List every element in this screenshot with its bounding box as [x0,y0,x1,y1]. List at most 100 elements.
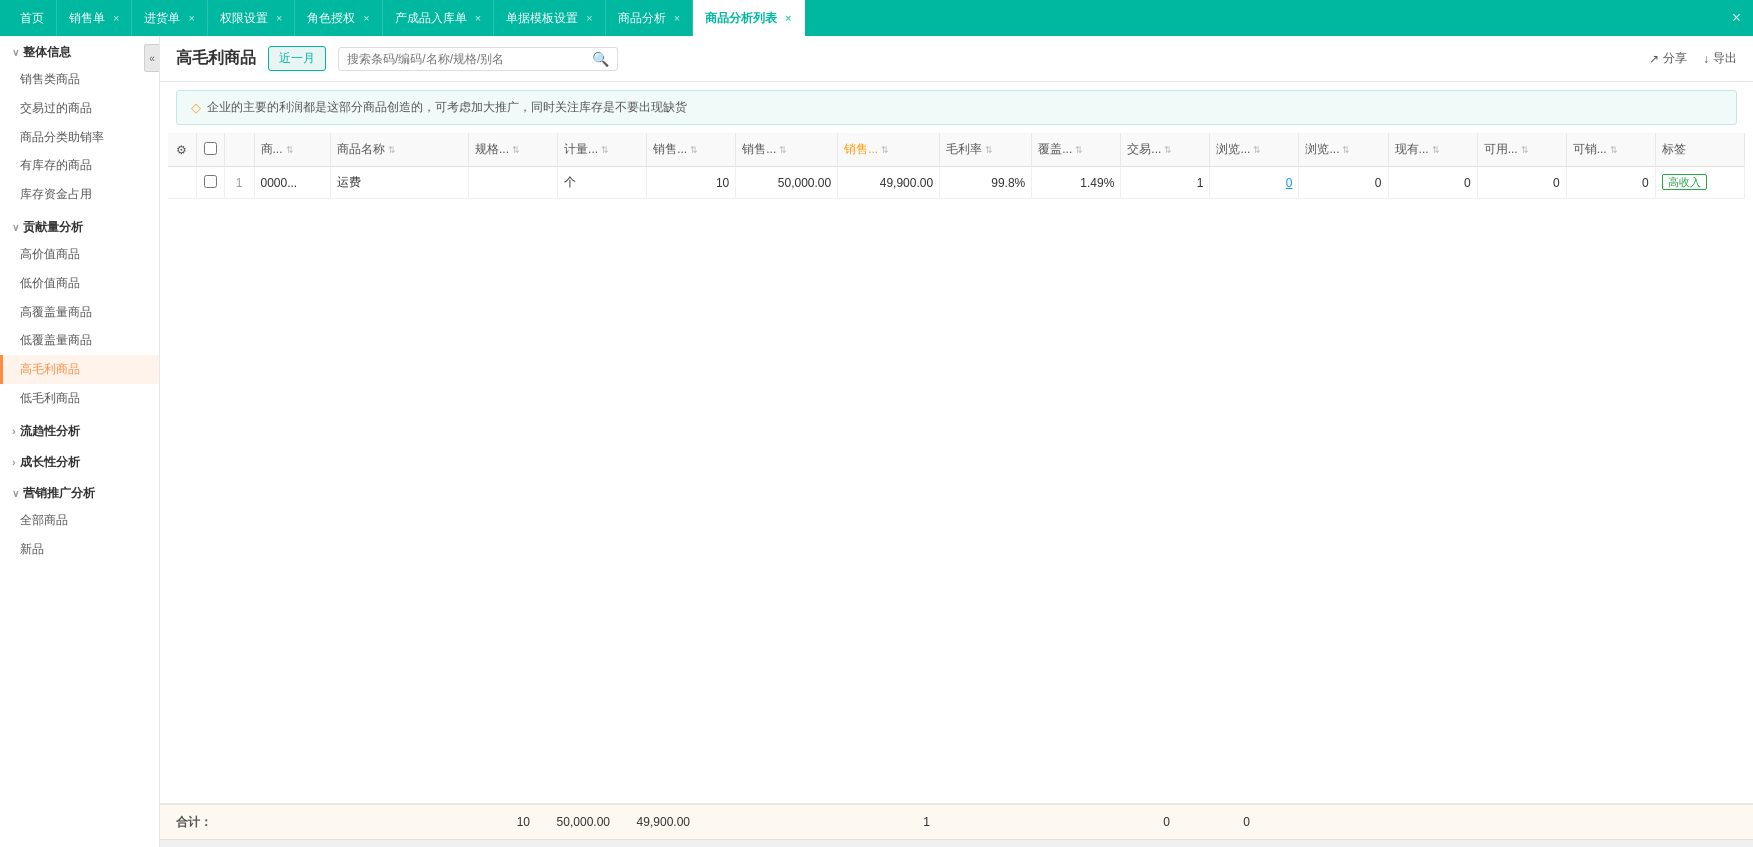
settings-icon: ⚙ [176,143,187,157]
row-index: 1 [224,167,254,199]
col-spec[interactable]: 规格... ⇅ [469,133,558,167]
col-index [224,133,254,167]
chevron-right-icon: › [12,425,16,437]
close-analysis-list-tab[interactable]: × [785,12,791,24]
nav-tab-home[interactable]: 首页 [8,0,57,36]
col-code[interactable]: 商... ⇅ [254,133,330,167]
col-current[interactable]: 现有... ⇅ [1388,133,1477,167]
nav-tab-analysis[interactable]: 商品分析 × [606,0,693,36]
col-browse2[interactable]: 浏览... ⇅ [1299,133,1388,167]
nav-tab-product-entry[interactable]: 产成品入库单 × [383,0,494,36]
row-sales-qty: 10 [647,167,736,199]
browse1-link[interactable]: 0 [1286,176,1293,190]
sort-icon-6: ⇅ [779,145,787,155]
col-available[interactable]: 可用... ⇅ [1477,133,1566,167]
sidebar-group-overall-title[interactable]: ∨ 整体信息 [0,36,159,65]
share-icon: ↗ [1649,52,1659,66]
col-gross-rate[interactable]: 毛利率 ⇅ [940,133,1032,167]
col-browse1[interactable]: 浏览... ⇅ [1210,133,1299,167]
close-purchase-tab[interactable]: × [188,12,194,24]
sort-icon-12: ⇅ [1342,145,1350,155]
horizontal-scrollbar[interactable] [160,839,1753,847]
col-trade[interactable]: 交易... ⇅ [1121,133,1210,167]
table-header-row: ⚙ 商... ⇅ [168,133,1745,167]
search-input[interactable] [347,52,586,66]
row-select-checkbox[interactable] [204,175,217,188]
tag-badge: 高收入 [1662,174,1707,190]
sidebar-group-growth-title[interactable]: › 成长性分析 [0,446,159,475]
nav-tab-permissions[interactable]: 权限设置 × [208,0,295,36]
select-all-checkbox[interactable] [204,142,217,155]
sidebar-item-sales-goods[interactable]: 销售类商品 [0,65,159,94]
nav-tab-analysis-list[interactable]: 商品分析列表 × [693,0,804,36]
row-code: 0000... [254,167,330,199]
sort-icon-13: ⇅ [1432,145,1440,155]
sidebar-item-new-goods[interactable]: 新品 [0,535,159,564]
footer-saleable: 0 [1176,815,1256,829]
col-settings[interactable]: ⚙ [168,133,196,167]
footer-sales-amt: 50,000.00 [536,815,616,829]
col-tag: 标签 [1655,133,1744,167]
info-icon: ◇ [191,100,201,115]
sidebar-group-trend-title[interactable]: › 流趋性分析 [0,415,159,444]
footer-label: 合计： [176,814,236,831]
sort-icon-15: ⇅ [1610,145,1618,155]
nav-tab-roles[interactable]: 角色授权 × [295,0,382,36]
sidebar-group-overall: ∨ 整体信息 销售类商品 交易过的商品 商品分类助销率 有库存的商品 库存资金占… [0,36,159,209]
close-analysis-tab[interactable]: × [674,12,680,24]
filter-recent-month-button[interactable]: 近一月 [268,46,326,71]
close-roles-tab[interactable]: × [363,12,369,24]
export-button[interactable]: ↓ 导出 [1703,50,1737,67]
sidebar-item-low-coverage[interactable]: 低覆盖量商品 [0,326,159,355]
footer-spacer-1 [236,815,456,829]
close-template-tab[interactable]: × [586,12,592,24]
header-actions: ↗ 分享 ↓ 导出 [1649,50,1737,67]
nav-tab-purchase[interactable]: 进货单 × [132,0,207,36]
sidebar-item-high-gross[interactable]: 高毛利商品 [0,355,159,384]
sort-icon-9: ⇅ [1075,145,1083,155]
row-saleable: 0 [1566,167,1655,199]
sidebar-item-category-assist[interactable]: 商品分类助销率 [0,123,159,152]
row-checkbox [196,167,224,199]
sidebar-item-all-goods[interactable]: 全部商品 [0,506,159,535]
sidebar-item-stock-capital[interactable]: 库存资金占用 [0,180,159,209]
search-icon[interactable]: 🔍 [592,51,609,67]
data-table: ⚙ 商... ⇅ [168,133,1745,199]
footer-available: 0 [1096,815,1176,829]
col-unit[interactable]: 计量... ⇅ [558,133,647,167]
sidebar-item-low-gross[interactable]: 低毛利商品 [0,384,159,413]
col-saleable[interactable]: 可销... ⇅ [1566,133,1655,167]
sidebar-group-trend: › 流趋性分析 [0,415,159,444]
row-browse2: 0 [1299,167,1388,199]
close-product-entry-tab[interactable]: × [475,12,481,24]
sidebar-group-marketing-title[interactable]: ∨ 营销推广分析 [0,477,159,506]
footer-cells: 10 50,000.00 49,900.00 1 0 0 [236,815,1737,829]
chevron-down-icon: ∨ [12,47,19,58]
sidebar-item-high-coverage[interactable]: 高覆盖量商品 [0,298,159,327]
sidebar-item-in-stock-goods[interactable]: 有库存的商品 [0,151,159,180]
sort-icon-11: ⇅ [1253,145,1261,155]
sidebar-group-growth: › 成长性分析 [0,446,159,475]
col-sales-amt[interactable]: 销售... ⇅ [736,133,838,167]
window-close-button[interactable]: × [1732,9,1741,27]
share-button[interactable]: ↗ 分享 [1649,50,1687,67]
sidebar-item-low-value[interactable]: 低价值商品 [0,269,159,298]
sidebar-group-contribution-title[interactable]: ∨ 贡献量分析 [0,211,159,240]
sidebar-item-traded-goods[interactable]: 交易过的商品 [0,94,159,123]
col-coverage[interactable]: 覆盖... ⇅ [1032,133,1121,167]
nav-tab-sales[interactable]: 销售单 × [57,0,132,36]
row-unit: 个 [558,167,647,199]
sidebar: « ∨ 整体信息 销售类商品 交易过的商品 商品分类助销率 有库存的商品 库存资… [0,36,160,847]
close-permissions-tab[interactable]: × [276,12,282,24]
footer-total-row: 合计： 10 50,000.00 49,900.00 1 0 0 [160,803,1753,839]
col-sales-cost[interactable]: 销售... ⇅ [838,133,940,167]
sidebar-collapse-button[interactable]: « [144,44,160,72]
sidebar-item-high-value[interactable]: 高价值商品 [0,240,159,269]
col-checkbox [196,133,224,167]
col-sales-qty[interactable]: 销售... ⇅ [647,133,736,167]
close-sales-tab[interactable]: × [113,12,119,24]
col-name[interactable]: 商品名称 ⇅ [330,133,468,167]
row-browse1[interactable]: 0 [1210,167,1299,199]
content-area: 高毛利商品 近一月 🔍 ↗ 分享 ↓ 导出 ◇ 企业的主要的利润都是这部分商品创… [160,36,1753,847]
nav-tab-template[interactable]: 单据模板设置 × [494,0,605,36]
